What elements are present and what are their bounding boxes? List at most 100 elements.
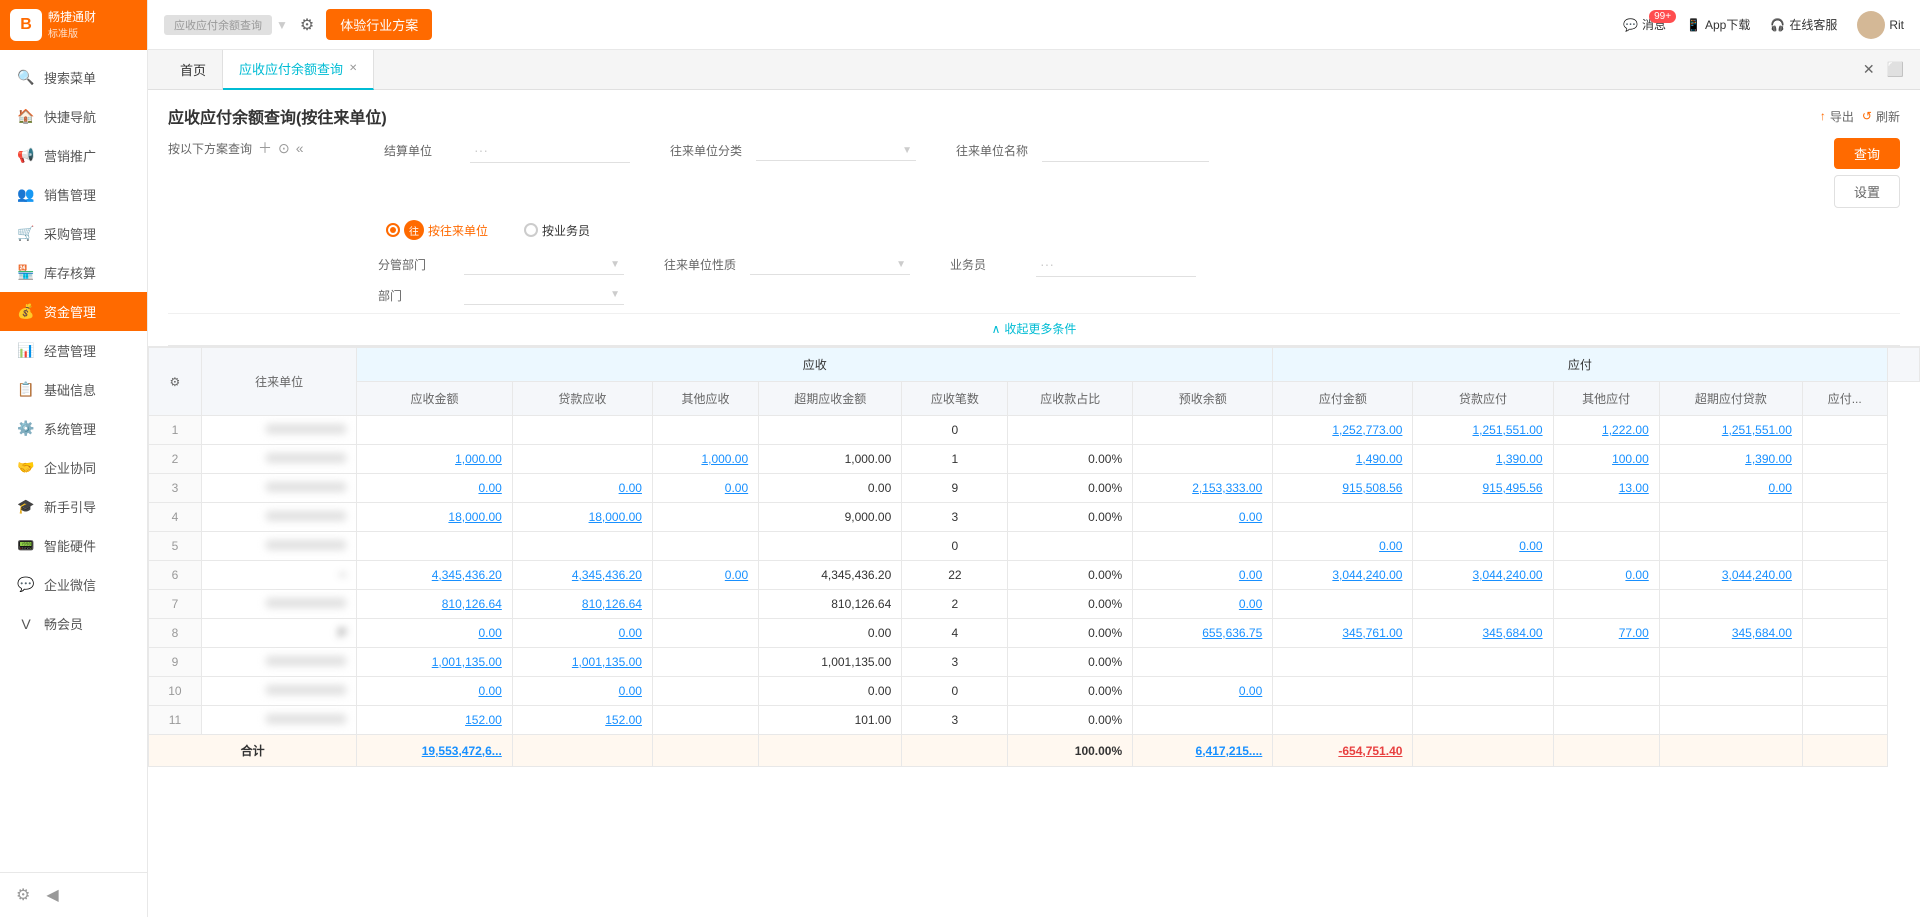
row-ap-amount-1[interactable]: 1,490.00 [1273, 445, 1413, 474]
row-ar-amount-5[interactable]: 4,345,436.20 [357, 561, 513, 590]
row-ar-amount-6[interactable]: 810,126.64 [357, 590, 513, 619]
settings-bottom-icon[interactable]: ⚙ [16, 885, 30, 905]
row-ap-loan-5[interactable]: 3,044,240.00 [1413, 561, 1553, 590]
row-ap-overdue-1[interactable]: 1,390.00 [1659, 445, 1802, 474]
row-ar-loan-9[interactable]: 0.00 [512, 677, 652, 706]
sidebar-item-quick-nav[interactable]: 🏠快捷导航 [0, 97, 147, 136]
tab-close-icon[interactable]: ✕ [349, 63, 357, 74]
total-ar-amount[interactable]: 19,553,472,6... [357, 735, 513, 767]
row-ar-other-5[interactable]: 0.00 [652, 561, 758, 590]
row-ar-loan-6[interactable]: 810,126.64 [512, 590, 652, 619]
col-settings-header[interactable]: ⚙ [149, 348, 202, 416]
tab-maximize-icon[interactable]: ⬜ [1887, 61, 1904, 78]
row-ar-amount-3[interactable]: 18,000.00 [357, 503, 513, 532]
total-ap-amount[interactable]: -654,751.40 [1273, 735, 1413, 767]
tab-home[interactable]: 首页 [164, 50, 223, 90]
row-ap-loan-7[interactable]: 345,684.00 [1413, 619, 1553, 648]
row-ap-loan-0[interactable]: 1,251,551.00 [1413, 416, 1553, 445]
scheme-settings-icon[interactable]: ⊙ [278, 140, 290, 157]
row-ar-loan-5[interactable]: 4,345,436.20 [512, 561, 652, 590]
row-ar-loan-10[interactable]: 152.00 [512, 706, 652, 735]
row-ap-other-0[interactable]: 1,222.00 [1553, 416, 1659, 445]
row-ar-amount-9[interactable]: 0.00 [357, 677, 513, 706]
query-button[interactable]: 查询 [1834, 138, 1900, 169]
row-ap-amount-4[interactable]: 0.00 [1273, 532, 1413, 561]
salesperson-dots[interactable]: ··· [1040, 256, 1054, 272]
collapse-icon[interactable]: ◀ [46, 885, 58, 905]
row-ap-loan-2[interactable]: 915,495.56 [1413, 474, 1553, 503]
sidebar-item-operation[interactable]: 📊经营管理 [0, 331, 147, 370]
logo-text-line2: 标准版 [48, 25, 96, 40]
row-ar-loan-8[interactable]: 1,001,135.00 [512, 648, 652, 677]
row-ap-loan-4[interactable]: 0.00 [1413, 532, 1553, 561]
sidebar-item-member[interactable]: V畅会员 [0, 604, 147, 643]
row-ar-loan-7[interactable]: 0.00 [512, 619, 652, 648]
row-ar-prepay-6[interactable]: 0.00 [1133, 590, 1273, 619]
row-ap-overdue-0[interactable]: 1,251,551.00 [1659, 416, 1802, 445]
collapse-button[interactable]: ∧ 收起更多条件 [992, 320, 1077, 337]
dept-manager-select[interactable]: ▼ [464, 255, 624, 275]
settlement-dots[interactable]: ··· [474, 142, 488, 158]
sidebar-item-finance[interactable]: 💰资金管理 [0, 292, 147, 331]
tab-close-window-icon[interactable]: ✕ [1863, 61, 1875, 78]
row-ar-amount-10[interactable]: 152.00 [357, 706, 513, 735]
sidebar-item-purchase[interactable]: 🛒采购管理 [0, 214, 147, 253]
row-ar-prepay-7[interactable]: 655,636.75 [1133, 619, 1273, 648]
row-ap-overdue-7[interactable]: 345,684.00 [1659, 619, 1802, 648]
row-ar-prepay-5[interactable]: 0.00 [1133, 561, 1273, 590]
row-ar-prepay-3[interactable]: 0.00 [1133, 503, 1273, 532]
sidebar-item-wechat[interactable]: 💬企业微信 [0, 565, 147, 604]
total-ar-prepay[interactable]: 6,417,215.... [1133, 735, 1273, 767]
message-button[interactable]: 💬 消息 99+ [1623, 16, 1666, 33]
user-avatar[interactable]: Rit [1857, 11, 1904, 39]
row-ap-amount-7[interactable]: 345,761.00 [1273, 619, 1413, 648]
unit-name-input[interactable] [1042, 139, 1209, 162]
row-ar-amount-8[interactable]: 1,001,135.00 [357, 648, 513, 677]
sidebar-item-system[interactable]: ⚙️系统管理 [0, 409, 147, 448]
sidebar-item-enterprise[interactable]: 🤝企业协同 [0, 448, 147, 487]
add-scheme-icon[interactable]: ＋ [258, 138, 272, 158]
row-ap-other-5[interactable]: 0.00 [1553, 561, 1659, 590]
row-ar-amount-2[interactable]: 0.00 [357, 474, 513, 503]
unit-category-select[interactable]: ▼ [756, 141, 916, 161]
row-ap-amount-5[interactable]: 3,044,240.00 [1273, 561, 1413, 590]
service-button[interactable]: 🎧 在线客服 [1770, 16, 1837, 33]
row-ar-loan-2[interactable]: 0.00 [512, 474, 652, 503]
sidebar-item-sales[interactable]: 👥销售管理 [0, 175, 147, 214]
department-select[interactable]: ▼ [464, 285, 624, 305]
table-wrapper[interactable]: ⚙ 往来单位 应收 应付 应收金额 贷款应收 其他应收 超期应收金额 应收笔数 … [148, 347, 1920, 767]
row-ap-loan-1[interactable]: 1,390.00 [1413, 445, 1553, 474]
row-ap-other-2[interactable]: 13.00 [1553, 474, 1659, 503]
solution-button[interactable]: 体验行业方案 [326, 9, 432, 40]
sidebar-item-basic[interactable]: 📋基础信息 [0, 370, 147, 409]
export-button[interactable]: ↑ 导出 [1820, 108, 1854, 125]
gear-icon[interactable]: ⚙ [300, 15, 314, 35]
refresh-button[interactable]: ↺ 刷新 [1862, 108, 1900, 125]
unit-nature-select[interactable]: ▼ [750, 255, 910, 275]
sidebar-item-search-menu[interactable]: 🔍搜索菜单 [0, 58, 147, 97]
row-ap-amount-0[interactable]: 1,252,773.00 [1273, 416, 1413, 445]
row-ar-loan-3[interactable]: 18,000.00 [512, 503, 652, 532]
search-fields-row2: 分管部门 ▼ 往来单位性质 ▼ 业务员 ··· [378, 252, 1900, 277]
row-ap-overdue-2[interactable]: 0.00 [1659, 474, 1802, 503]
settings-button[interactable]: 设置 [1834, 175, 1900, 208]
row-ar-amount-7[interactable]: 0.00 [357, 619, 513, 648]
row-ap-overdue-5[interactable]: 3,044,240.00 [1659, 561, 1802, 590]
row-ar-other-1[interactable]: 1,000.00 [652, 445, 758, 474]
row-ar-amount-1[interactable]: 1,000.00 [357, 445, 513, 474]
row-ap-other-1[interactable]: 100.00 [1553, 445, 1659, 474]
sidebar-item-inventory[interactable]: 🏪库存核算 [0, 253, 147, 292]
tab-ar-query[interactable]: 应收应付余额查询 ✕ [223, 50, 374, 90]
row-ar-prepay-2[interactable]: 2,153,333.00 [1133, 474, 1273, 503]
scheme-by-staff[interactable]: 按业务员 [516, 216, 598, 244]
sidebar-item-marketing[interactable]: 📢营销推广 [0, 136, 147, 175]
scheme-collapse-icon[interactable]: « [296, 140, 304, 156]
row-ar-prepay-9[interactable]: 0.00 [1133, 677, 1273, 706]
row-ap-amount-2[interactable]: 915,508.56 [1273, 474, 1413, 503]
app-download-button[interactable]: 📱 App下载 [1686, 16, 1750, 33]
sidebar-item-hardware[interactable]: 📟智能硬件 [0, 526, 147, 565]
row-ap-other-7[interactable]: 77.00 [1553, 619, 1659, 648]
row-ar-other-2[interactable]: 0.00 [652, 474, 758, 503]
scheme-by-unit[interactable]: 往 按往来单位 [378, 216, 496, 244]
sidebar-item-guide[interactable]: 🎓新手引导 [0, 487, 147, 526]
